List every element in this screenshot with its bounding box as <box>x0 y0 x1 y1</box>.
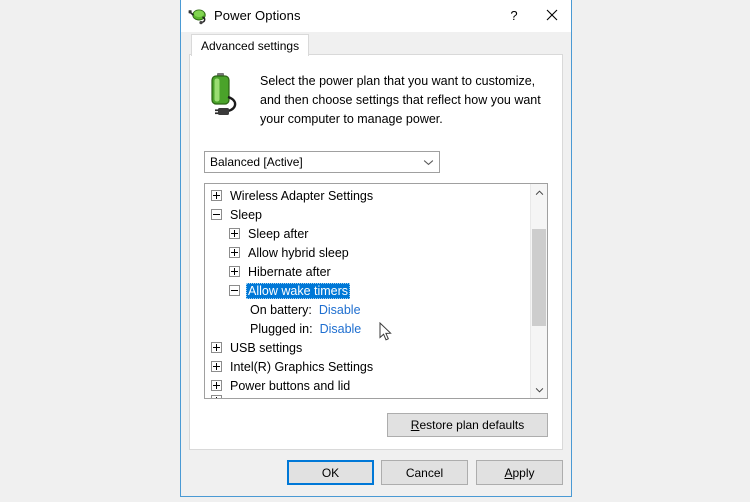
expand-icon[interactable] <box>229 228 240 239</box>
collapse-icon[interactable] <box>211 209 222 220</box>
tree-row-value[interactable]: Disable <box>320 322 362 336</box>
expand-icon[interactable] <box>211 380 222 391</box>
tree-row-label: Wireless Adapter Settings <box>230 188 374 203</box>
tree-row[interactable]: On battery: Disable <box>205 300 530 319</box>
tree-row-label: Allow wake timers <box>246 282 351 299</box>
tree-scrollbar[interactable] <box>530 184 547 398</box>
tab-label: Advanced settings <box>201 38 300 53</box>
expand-icon[interactable] <box>211 342 222 353</box>
title-bar: Power Options ? <box>181 0 571 32</box>
apply-label: pply <box>512 465 535 480</box>
tree-row[interactable]: Allow hybrid sleep <box>205 243 530 262</box>
ok-button[interactable]: OK <box>287 460 374 485</box>
window-title: Power Options <box>214 8 301 23</box>
tree-row-label: Power buttons and lid <box>230 378 351 393</box>
ok-label: OK <box>321 465 340 480</box>
tree-row-label: Hibernate after <box>248 264 331 279</box>
restore-label: estore plan defaults <box>419 418 525 432</box>
restore-plan-defaults-button[interactable]: Restore plan defaults <box>387 413 548 437</box>
panel-description: Select the power plan that you want to c… <box>260 74 541 126</box>
tree-row[interactable]: Intel(R) Graphics Settings <box>205 357 530 376</box>
tree-row[interactable]: Allow wake timers <box>205 281 530 300</box>
tree-row[interactable]: Plugged in: Disable <box>205 319 530 338</box>
tree-row[interactable]: USB settings <box>205 338 530 357</box>
tree-rows: Wireless Adapter Settings Sleep Sleep afte… <box>205 184 530 398</box>
advanced-settings-tree[interactable]: Wireless Adapter Settings Sleep Sleep afte… <box>204 183 548 399</box>
tree-row-label: Plugged in: <box>250 321 313 336</box>
advanced-settings-panel: Select the power plan that you want to c… <box>189 54 563 450</box>
battery-plug-icon <box>204 69 248 117</box>
tree-row-label: PCI Express <box>228 395 301 398</box>
tree-row-label: USB settings <box>230 340 303 355</box>
tree-row-label: Allow hybrid sleep <box>248 245 349 260</box>
expand-icon[interactable] <box>229 266 240 277</box>
expand-icon[interactable] <box>229 247 240 258</box>
tree-row-label: Sleep <box>230 207 262 222</box>
collapse-icon[interactable] <box>229 285 240 296</box>
tree-row-label: On battery: <box>250 302 312 317</box>
tab-strip: Advanced settings <box>181 32 571 56</box>
chevron-down-icon <box>417 152 439 172</box>
apply-accel: A <box>504 465 513 480</box>
cancel-button[interactable]: Cancel <box>381 460 468 485</box>
tree-row[interactable]: PCI Express <box>205 395 530 398</box>
tree-row-label: Intel(R) Graphics Settings <box>230 359 374 374</box>
dialog-footer: OK Cancel Apply <box>189 460 563 486</box>
scrollbar-thumb[interactable] <box>532 229 546 326</box>
power-plan-select[interactable]: Balanced [Active] <box>204 151 440 173</box>
tree-row-label: Sleep after <box>248 226 309 241</box>
tree-row[interactable]: Wireless Adapter Settings <box>205 186 530 205</box>
help-button[interactable]: ? <box>497 0 531 30</box>
expand-icon[interactable] <box>211 361 222 372</box>
tree-row[interactable]: Power buttons and lid <box>205 376 530 395</box>
power-plug-icon <box>188 6 208 26</box>
apply-button[interactable]: Apply <box>476 460 563 485</box>
tree-row[interactable]: Sleep after <box>205 224 530 243</box>
chevron-down-icon[interactable] <box>531 381 547 398</box>
tree-row[interactable]: Hibernate after <box>205 262 530 281</box>
expand-icon[interactable] <box>211 395 222 398</box>
expand-icon[interactable] <box>211 190 222 201</box>
restore-accel: R <box>410 418 420 432</box>
chevron-up-icon[interactable] <box>531 184 547 201</box>
close-icon[interactable] <box>535 0 569 30</box>
cancel-label: Cancel <box>405 465 444 480</box>
tree-row-value[interactable]: Disable <box>319 303 361 317</box>
power-plan-value: Balanced [Active] <box>210 155 303 169</box>
power-options-window: Power Options ? Advanced settings Select… <box>180 0 572 497</box>
tree-row[interactable]: Sleep <box>205 205 530 224</box>
tab-advanced-settings[interactable]: Advanced settings <box>191 34 310 56</box>
panel-header: Select the power plan that you want to c… <box>190 55 562 129</box>
